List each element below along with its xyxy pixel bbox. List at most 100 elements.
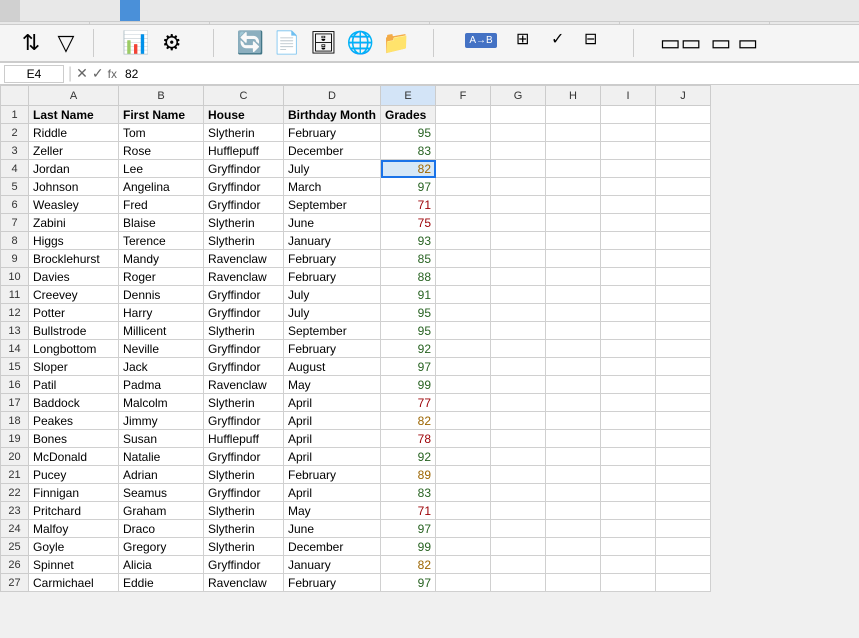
cell-G18[interactable]	[491, 412, 546, 430]
cell-D27[interactable]: February	[284, 574, 381, 592]
cell-F12[interactable]	[436, 304, 491, 322]
cell-h1[interactable]	[546, 106, 601, 124]
cell-B14[interactable]: Neville	[119, 340, 204, 358]
cell-B9[interactable]: Mandy	[119, 250, 204, 268]
cell-J14[interactable]	[656, 340, 711, 358]
cell-I3[interactable]	[601, 142, 656, 160]
cell-C2[interactable]: Slytherin	[204, 124, 284, 142]
cell-I15[interactable]	[601, 358, 656, 376]
cell-D21[interactable]: February	[284, 466, 381, 484]
cell-A3[interactable]: Zeller	[29, 142, 119, 160]
cell-C5[interactable]: Gryffindor	[204, 178, 284, 196]
cell-B7[interactable]: Blaise	[119, 214, 204, 232]
cell-E19[interactable]: 78	[381, 430, 436, 448]
cell-H6[interactable]	[546, 196, 601, 214]
cell-I17[interactable]	[601, 394, 656, 412]
cell-G9[interactable]	[491, 250, 546, 268]
cell-A24[interactable]: Malfoy	[29, 520, 119, 538]
cell-a1[interactable]: Last Name	[29, 106, 119, 124]
cell-I20[interactable]	[601, 448, 656, 466]
cell-I10[interactable]	[601, 268, 656, 286]
cell-B2[interactable]: Tom	[119, 124, 204, 142]
cell-G24[interactable]	[491, 520, 546, 538]
cell-H20[interactable]	[546, 448, 601, 466]
cell-B15[interactable]: Jack	[119, 358, 204, 376]
cell-F23[interactable]	[436, 502, 491, 520]
cell-J15[interactable]	[656, 358, 711, 376]
text-button[interactable]: 📄	[270, 31, 303, 55]
cell-B27[interactable]: Eddie	[119, 574, 204, 592]
cell-E13[interactable]: 95	[381, 322, 436, 340]
cell-F10[interactable]	[436, 268, 491, 286]
cell-G15[interactable]	[491, 358, 546, 376]
cell-E10[interactable]: 88	[381, 268, 436, 286]
cell-A8[interactable]: Higgs	[29, 232, 119, 250]
menu-tables[interactable]	[40, 0, 60, 21]
cancel-formula-icon[interactable]: ✕	[76, 65, 88, 82]
cell-G3[interactable]	[491, 142, 546, 160]
cell-F27[interactable]	[436, 574, 491, 592]
cell-g1[interactable]	[491, 106, 546, 124]
cell-D18[interactable]: April	[284, 412, 381, 430]
cell-B22[interactable]: Seamus	[119, 484, 204, 502]
cell-D15[interactable]: August	[284, 358, 381, 376]
cell-J20[interactable]	[656, 448, 711, 466]
cell-E11[interactable]: 91	[381, 286, 436, 304]
cell-E23[interactable]: 71	[381, 502, 436, 520]
cell-I6[interactable]	[601, 196, 656, 214]
cell-F7[interactable]	[436, 214, 491, 232]
cell-J27[interactable]	[656, 574, 711, 592]
cell-C16[interactable]: Ravenclaw	[204, 376, 284, 394]
cell-G12[interactable]	[491, 304, 546, 322]
cell-C21[interactable]: Slytherin	[204, 466, 284, 484]
cell-F13[interactable]	[436, 322, 491, 340]
cell-A6[interactable]: Weasley	[29, 196, 119, 214]
cell-C8[interactable]: Slytherin	[204, 232, 284, 250]
cell-I4[interactable]	[601, 160, 656, 178]
cell-C3[interactable]: Hufflepuff	[204, 142, 284, 160]
cell-J11[interactable]	[656, 286, 711, 304]
cell-I19[interactable]	[601, 430, 656, 448]
cell-I5[interactable]	[601, 178, 656, 196]
cell-A25[interactable]: Goyle	[29, 538, 119, 556]
cell-A20[interactable]: McDonald	[29, 448, 119, 466]
cell-C6[interactable]: Gryffindor	[204, 196, 284, 214]
cell-E14[interactable]: 92	[381, 340, 436, 358]
cell-A13[interactable]: Bullstrode	[29, 322, 119, 340]
pivot-table-button[interactable]: 📊	[119, 31, 152, 55]
cell-J23[interactable]	[656, 502, 711, 520]
cell-I16[interactable]	[601, 376, 656, 394]
col-E-header[interactable]: E	[381, 86, 436, 106]
cell-H19[interactable]	[546, 430, 601, 448]
cell-J13[interactable]	[656, 322, 711, 340]
cell-F14[interactable]	[436, 340, 491, 358]
cell-E21[interactable]: 89	[381, 466, 436, 484]
cell-A9[interactable]: Brocklehurst	[29, 250, 119, 268]
cell-H22[interactable]	[546, 484, 601, 502]
cell-C4[interactable]: Gryffindor	[204, 160, 284, 178]
refresh-button[interactable]: 🔄	[234, 31, 267, 55]
cell-E20[interactable]: 92	[381, 448, 436, 466]
formula-input[interactable]	[121, 66, 855, 82]
cell-E12[interactable]: 95	[381, 304, 436, 322]
cell-A19[interactable]: Bones	[29, 430, 119, 448]
cell-D8[interactable]: January	[284, 232, 381, 250]
cell-I25[interactable]	[601, 538, 656, 556]
cell-E17[interactable]: 77	[381, 394, 436, 412]
col-C-header[interactable]: C	[204, 86, 284, 106]
cell-f1[interactable]	[436, 106, 491, 124]
col-H-header[interactable]: H	[546, 86, 601, 106]
cell-G16[interactable]	[491, 376, 546, 394]
cell-G23[interactable]	[491, 502, 546, 520]
cell-A26[interactable]: Spinnet	[29, 556, 119, 574]
cell-F4[interactable]	[436, 160, 491, 178]
cell-H5[interactable]	[546, 178, 601, 196]
cell-E8[interactable]: 93	[381, 232, 436, 250]
cell-E18[interactable]: 82	[381, 412, 436, 430]
cell-H13[interactable]	[546, 322, 601, 340]
cell-F9[interactable]	[436, 250, 491, 268]
cell-b1[interactable]: First Name	[119, 106, 204, 124]
cell-E15[interactable]: 97	[381, 358, 436, 376]
cell-H7[interactable]	[546, 214, 601, 232]
cell-H2[interactable]	[546, 124, 601, 142]
